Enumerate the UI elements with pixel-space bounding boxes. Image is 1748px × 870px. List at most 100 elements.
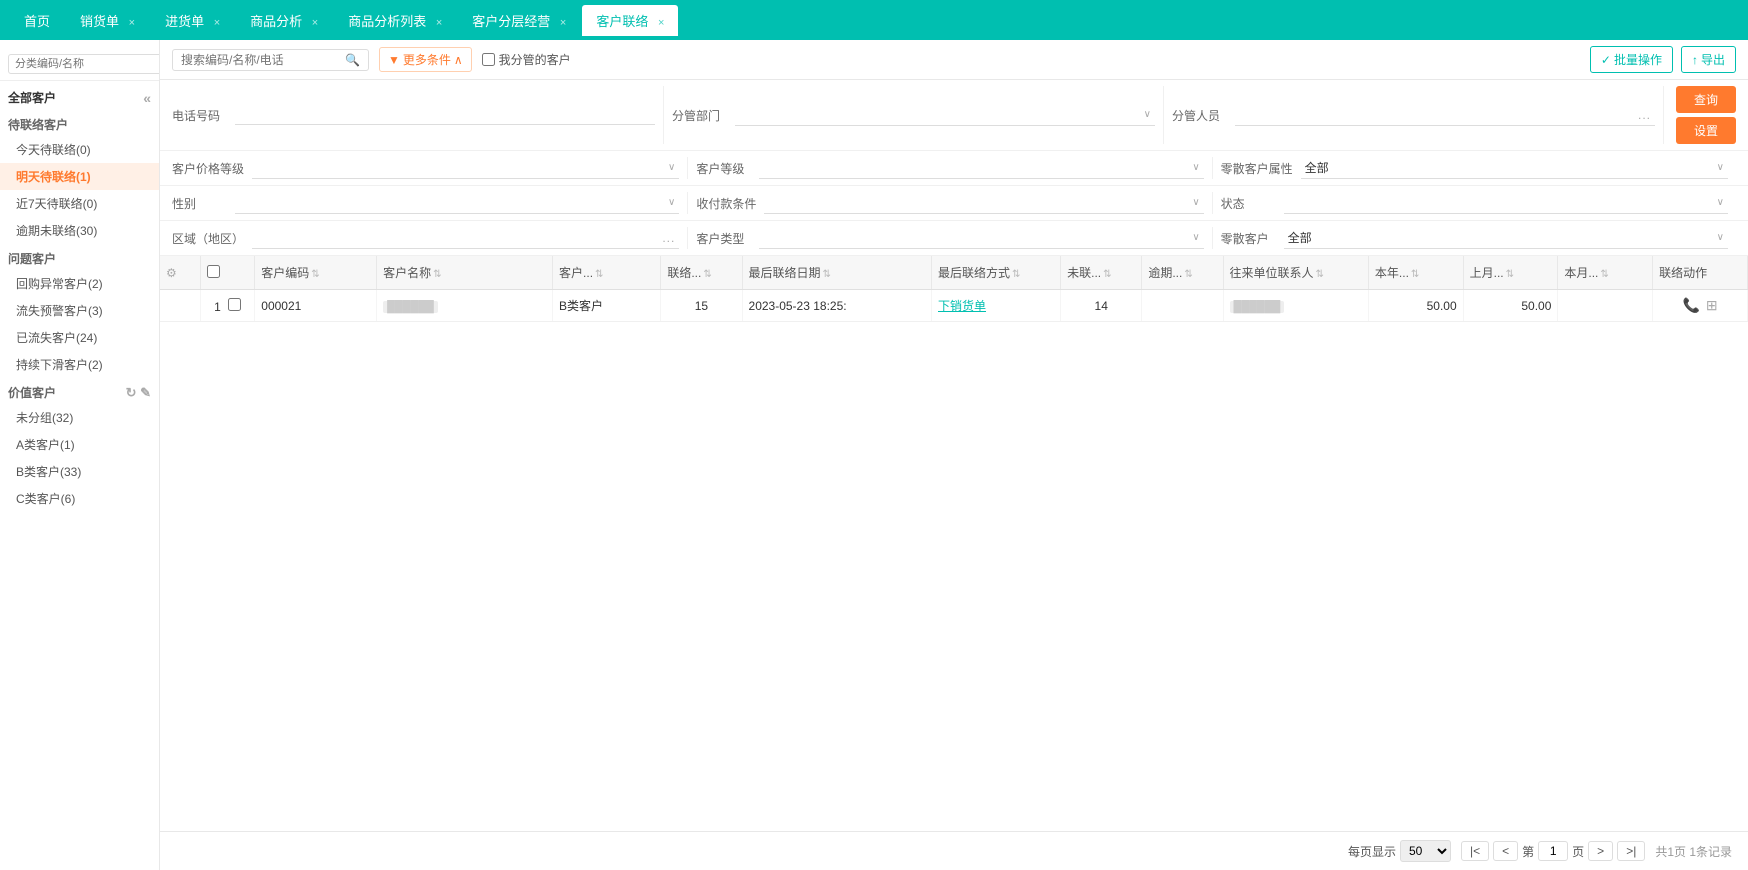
region-select[interactable]: ... <box>252 227 679 249</box>
adv-price-level: 客户价格等级 ∨ <box>172 157 688 179</box>
sidebar-search-input[interactable] <box>8 54 160 74</box>
my-customers-checkbox[interactable] <box>482 53 495 66</box>
prev-page-button[interactable]: < <box>1493 841 1518 861</box>
retail-customer-select[interactable]: 全部 ∨ <box>1284 227 1728 249</box>
td-no: 1 <box>201 290 255 322</box>
sidebar-declining[interactable]: 持续下滑客户(2) <box>0 351 159 378</box>
sidebar-class-b[interactable]: B类客户(33) <box>0 458 159 485</box>
retail-attr-label: 零散客户属性 <box>1221 160 1293 177</box>
filter-actions: ✓ 批量操作 ↑ 导出 <box>1590 46 1736 73</box>
gender-select[interactable]: ∨ <box>235 192 679 214</box>
payment-select[interactable]: ∨ <box>764 192 1203 214</box>
sort-overdue-icon[interactable]: ⇅ <box>1184 269 1192 280</box>
filter-search-icon[interactable]: 🔍 <box>345 53 360 67</box>
export-button[interactable]: ↑ 导出 <box>1681 46 1736 73</box>
filter-arrow-icon: ∧ <box>454 53 463 67</box>
sidebar-ungrouped[interactable]: 未分组(32) <box>0 404 159 431</box>
phone-input[interactable] <box>235 106 655 125</box>
td-last-date: 2023-05-23 18:25: <box>742 290 931 322</box>
sidebar-week-pending[interactable]: 近7天待联络(0) <box>0 190 159 217</box>
sort-contact-icon[interactable]: ⇅ <box>703 269 711 280</box>
filter-more-label: 更多条件 <box>403 51 451 68</box>
customer-level-select[interactable]: ∨ <box>759 157 1203 179</box>
filter-bar: 🔍 ▼ 更多条件 ∧ 我分管的客户 ✓ 批量操作 ↑ 导出 <box>160 40 1748 80</box>
td-year: 50.00 <box>1368 290 1463 322</box>
grid-action-icon[interactable]: ⊞ <box>1706 297 1718 314</box>
td-type: B类客户 <box>553 290 661 322</box>
customer-type: B类客户 <box>559 299 603 313</box>
td-code: 000021 <box>255 290 377 322</box>
total-records: 共1页 1条记录 <box>1655 843 1732 860</box>
price-level-select[interactable]: ∨ <box>252 157 679 179</box>
select-all-checkbox[interactable] <box>207 265 220 278</box>
sort-date-icon[interactable]: ⇅ <box>823 269 831 280</box>
last-page-button[interactable]: >| <box>1617 841 1645 861</box>
phone-action-icon[interactable]: 📞 <box>1682 297 1699 314</box>
sidebar-churned[interactable]: 已流失客户(24) <box>0 324 159 351</box>
nav-customer-segment[interactable]: 客户分层经营 × <box>458 5 580 36</box>
sidebar-search-area: 🔍 <box>0 48 159 81</box>
row-checkbox[interactable] <box>228 298 241 311</box>
status-select[interactable]: ∨ <box>1284 192 1728 214</box>
sort-unpaid-icon[interactable]: ⇅ <box>1103 269 1111 280</box>
nav-product-analysis[interactable]: 商品分析 × <box>236 5 332 36</box>
sidebar-tomorrow-pending[interactable]: 明天待联络(1) <box>0 163 159 190</box>
setting-button[interactable]: 设置 <box>1676 117 1736 144</box>
td-unpaid: 14 <box>1061 290 1142 322</box>
sidebar-churn-warning[interactable]: 流失预警客户(3) <box>0 297 159 324</box>
sort-partner-icon[interactable]: ⇅ <box>1316 269 1324 280</box>
customer-name: ██████ <box>383 301 438 313</box>
last-contact-method[interactable]: 下销货单 <box>938 299 986 313</box>
nav-home[interactable]: 首页 <box>10 5 64 36</box>
sidebar-repurchase-abnormal[interactable]: 回购异常客户(2) <box>0 270 159 297</box>
nav-close-list[interactable]: × <box>436 17 442 29</box>
td-last-month: 50.00 <box>1463 290 1558 322</box>
retail-attr-select[interactable]: 全部 ∨ <box>1301 157 1728 179</box>
filter-search-box: 🔍 <box>172 49 369 71</box>
sort-name-icon[interactable]: ⇅ <box>433 269 441 280</box>
sidebar-pending-title: 待联络客户 <box>0 110 159 136</box>
sidebar-class-c[interactable]: C类客户(6) <box>0 485 159 512</box>
sidebar-class-a[interactable]: A类客户(1) <box>0 431 159 458</box>
first-page-button[interactable]: |< <box>1461 841 1489 861</box>
sort-this-month-icon[interactable]: ⇅ <box>1600 269 1608 280</box>
nav-close-product[interactable]: × <box>312 17 318 29</box>
sort-code-icon[interactable]: ⇅ <box>311 269 319 280</box>
sidebar-overdue-pending[interactable]: 逾期未联络(30) <box>0 217 159 244</box>
nav-close-purchase[interactable]: × <box>214 17 220 29</box>
customer-type-select[interactable]: ∨ <box>759 227 1203 249</box>
sidebar-today-pending[interactable]: 今天待联络(0) <box>0 136 159 163</box>
batch-operation-button[interactable]: ✓ 批量操作 <box>1590 46 1673 73</box>
nav-customer-contact[interactable]: 客户联络 × <box>582 5 678 36</box>
sort-method-icon[interactable]: ⇅ <box>1012 269 1020 280</box>
nav-purchase-order[interactable]: 进货单 × <box>151 5 234 36</box>
sidebar-all-customers[interactable]: 全部客户 « <box>0 85 159 110</box>
nav-product-list[interactable]: 商品分析列表 × <box>334 5 456 36</box>
query-button[interactable]: 查询 <box>1676 86 1736 113</box>
table-header-row: ⚙ 客户编码⇅ 客户名称⇅ 客户...⇅ 联络...⇅ <box>160 256 1748 290</box>
nav-close-contact[interactable]: × <box>658 17 664 29</box>
filter-my-customers[interactable]: 我分管的客户 <box>482 51 571 68</box>
table-gear-icon[interactable]: ⚙ <box>166 266 177 280</box>
nav-close-sales[interactable]: × <box>129 17 135 29</box>
filter-more-conditions[interactable]: ▼ 更多条件 ∧ <box>379 47 472 72</box>
sort-year-icon[interactable]: ⇅ <box>1411 269 1419 280</box>
table-area: ⚙ 客户编码⇅ 客户名称⇅ 客户...⇅ 联络...⇅ <box>160 256 1748 831</box>
dept-select[interactable]: ∨ <box>735 104 1155 126</box>
nav-sales-order[interactable]: 销货单 × <box>66 5 149 36</box>
nav-close-segment[interactable]: × <box>560 17 566 29</box>
page-size-select[interactable]: 50 100 200 <box>1400 840 1451 862</box>
th-name: 客户名称⇅ <box>377 256 553 290</box>
manager-select[interactable]: ... <box>1235 104 1655 126</box>
customer-code: 000021 <box>261 299 301 313</box>
td-gear <box>160 290 201 322</box>
filter-search-input[interactable] <box>181 53 341 67</box>
sort-type-icon[interactable]: ⇅ <box>595 269 603 280</box>
next-page-button[interactable]: > <box>1588 841 1613 861</box>
retail-customer-label: 零散客户 <box>1221 230 1276 247</box>
page-input[interactable] <box>1538 841 1568 861</box>
adv-region: 区域（地区） ... <box>172 227 688 249</box>
sort-last-month-icon[interactable]: ⇅ <box>1506 269 1514 280</box>
th-last-date: 最后联络日期⇅ <box>742 256 931 290</box>
price-level-label: 客户价格等级 <box>172 160 244 177</box>
